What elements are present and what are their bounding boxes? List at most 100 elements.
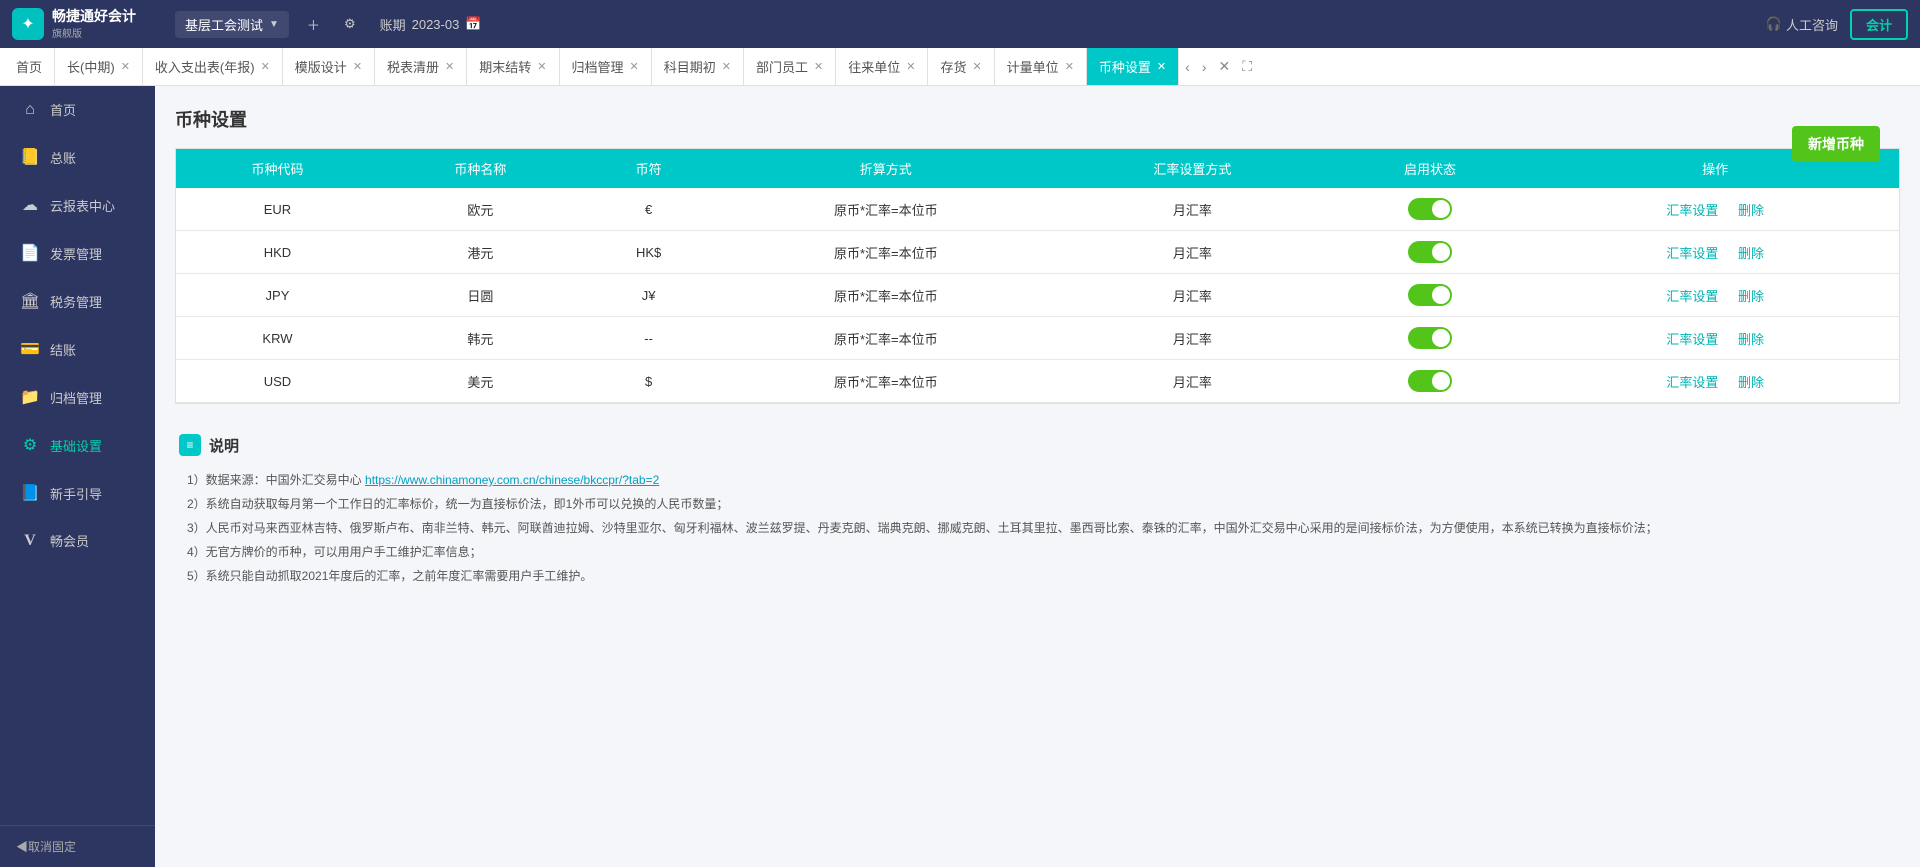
th-rate-method: 汇率设置方式 xyxy=(1056,149,1328,188)
rate-setting-link-3[interactable]: 汇率设置 xyxy=(1666,332,1718,347)
unpin-label: ◀取消固定 xyxy=(16,838,76,855)
logo-sub: 旗舰版 xyxy=(52,25,136,40)
toggle-3[interactable] xyxy=(1408,327,1452,349)
sidebar-item-home[interactable]: ⌂ 首页 xyxy=(0,86,155,133)
sidebar-item-member[interactable]: V 畅会员 xyxy=(0,517,155,564)
tab-income[interactable]: 收入支出表(年报) ✕ xyxy=(143,48,283,86)
tab-subject-label: 科目期初 xyxy=(664,57,716,76)
sidebar-item-ledger[interactable]: 📒 总账 xyxy=(0,133,155,181)
tab-inventory-close[interactable]: ✕ xyxy=(972,60,981,73)
account-button[interactable]: 会计 xyxy=(1850,9,1908,40)
cell-actions-3: 汇率设置 删除 xyxy=(1531,317,1899,360)
tab-contact[interactable]: 往来单位 ✕ xyxy=(836,48,928,86)
cell-actions-0: 汇率设置 删除 xyxy=(1531,188,1899,231)
cell-status-1 xyxy=(1329,231,1532,274)
cell-symbol-4: $ xyxy=(582,360,716,403)
tab-template-label: 模版设计 xyxy=(295,57,347,76)
tab-template[interactable]: 模版设计 ✕ xyxy=(283,48,375,86)
tab-dept-close[interactable]: ✕ xyxy=(814,60,823,73)
tab-inventory-label: 存货 xyxy=(940,57,966,76)
tab-mid[interactable]: 长(中期) ✕ xyxy=(55,48,143,86)
sidebar-item-settle[interactable]: 💳 结账 xyxy=(0,325,155,373)
new-currency-button[interactable]: 新增币种 xyxy=(1792,126,1880,162)
rate-setting-link-0[interactable]: 汇率设置 xyxy=(1666,203,1718,218)
add-btn[interactable]: ＋ xyxy=(299,11,328,38)
tab-subject-close[interactable]: ✕ xyxy=(722,60,731,73)
cell-calc-0: 原币*汇率=本位币 xyxy=(715,188,1056,231)
tab-subject[interactable]: 科目期初 ✕ xyxy=(652,48,744,86)
sidebar-basic-label: 基础设置 xyxy=(50,436,102,455)
tab-period-end-close[interactable]: ✕ xyxy=(537,60,546,73)
tab-home-label: 首页 xyxy=(16,57,42,76)
ledger-icon: 📒 xyxy=(20,147,40,167)
plus-icon: ＋ xyxy=(307,15,320,34)
tab-home[interactable]: 首页 xyxy=(4,48,55,86)
toggle-2[interactable] xyxy=(1408,284,1452,306)
sidebar-item-reports[interactable]: ☁ 云报表中心 xyxy=(0,181,155,229)
note-item-2: 3）人民币对马来西亚林吉特、俄罗斯卢布、南非兰特、韩元、阿联酋迪拉姆、沙特里亚尔… xyxy=(187,516,1896,540)
delete-link-2[interactable]: 删除 xyxy=(1738,289,1764,304)
tab-currency-close[interactable]: ✕ xyxy=(1157,60,1166,73)
sidebar-unpin[interactable]: ◀取消固定 xyxy=(0,825,155,867)
delete-link-0[interactable]: 删除 xyxy=(1738,203,1764,218)
calendar-icon[interactable]: 📅 xyxy=(465,16,481,32)
gear-icon: ⚙ xyxy=(344,16,356,32)
tab-prev-btn[interactable]: ‹ xyxy=(1179,59,1196,75)
sidebar-item-invoice[interactable]: 📄 发票管理 xyxy=(0,229,155,277)
tab-close-all-btn[interactable]: ✕ xyxy=(1212,58,1236,75)
sidebar-item-guide[interactable]: 📘 新手引导 xyxy=(0,469,155,517)
company-selector[interactable]: 基层工会测试 ▼ xyxy=(175,11,289,38)
cell-symbol-2: J¥ xyxy=(582,274,716,317)
tab-inventory[interactable]: 存货 ✕ xyxy=(928,48,994,86)
rate-setting-link-4[interactable]: 汇率设置 xyxy=(1666,375,1718,390)
tab-archive[interactable]: 归档管理 ✕ xyxy=(560,48,652,86)
tab-mid-close[interactable]: ✕ xyxy=(121,60,130,73)
period-info: 账期 2023-03 📅 xyxy=(380,15,482,34)
sidebar: ⌂ 首页 📒 总账 ☁ 云报表中心 📄 发票管理 🏛 税务管理 💳 结账 📁 归… xyxy=(0,86,155,867)
top-header: ✦ 畅捷通好会计 旗舰版 基层工会测试 ▼ ＋ ⚙ 账期 2023-03 📅 🎧… xyxy=(0,0,1920,48)
delete-link-3[interactable]: 删除 xyxy=(1738,332,1764,347)
page-title: 币种设置 xyxy=(175,106,1900,132)
rate-setting-link-1[interactable]: 汇率设置 xyxy=(1666,246,1718,261)
tab-dept[interactable]: 部门员工 ✕ xyxy=(744,48,836,86)
th-code: 币种代码 xyxy=(176,149,379,188)
company-dropdown-icon: ▼ xyxy=(269,19,279,30)
tab-period-end[interactable]: 期末结转 ✕ xyxy=(467,48,559,86)
tab-expand-btn[interactable]: ⛶ xyxy=(1236,58,1258,75)
cell-name-3: 韩元 xyxy=(379,317,582,360)
customer-service[interactable]: 🎧 人工咨询 xyxy=(1766,15,1838,34)
tab-next-btn[interactable]: › xyxy=(1196,59,1213,75)
sidebar-item-basic[interactable]: ⚙ 基础设置 xyxy=(0,421,155,469)
delete-link-1[interactable]: 删除 xyxy=(1738,246,1764,261)
rate-setting-link-2[interactable]: 汇率设置 xyxy=(1666,289,1718,304)
tab-tax-label: 税表清册 xyxy=(387,57,439,76)
tab-archive-close[interactable]: ✕ xyxy=(630,60,639,73)
tab-template-close[interactable]: ✕ xyxy=(353,60,362,73)
toggle-0[interactable] xyxy=(1408,198,1452,220)
note-item-1: 2）系统自动获取每月第一个工作日的汇率标价，统一为直接标价法，即1外币可以兑换的… xyxy=(187,492,1896,516)
logo-text-group: 畅捷通好会计 旗舰版 xyxy=(52,8,136,40)
tab-tax-close[interactable]: ✕ xyxy=(445,60,454,73)
delete-link-4[interactable]: 删除 xyxy=(1738,375,1764,390)
note-link-0[interactable]: https://www.chinamoney.com.cn/chinese/bk… xyxy=(365,473,659,487)
th-symbol: 币符 xyxy=(582,149,716,188)
toggle-1[interactable] xyxy=(1408,241,1452,263)
sidebar-item-archive[interactable]: 📁 归档管理 xyxy=(0,373,155,421)
tab-income-close[interactable]: ✕ xyxy=(261,60,270,73)
cell-calc-4: 原币*汇率=本位币 xyxy=(715,360,1056,403)
tab-income-label: 收入支出表(年报) xyxy=(155,57,255,76)
toggle-4[interactable] xyxy=(1408,370,1452,392)
archive-icon: 📁 xyxy=(20,387,40,407)
tab-unit-close[interactable]: ✕ xyxy=(1065,60,1074,73)
tab-currency[interactable]: 币种设置 ✕ xyxy=(1087,48,1179,86)
tab-dept-label: 部门员工 xyxy=(756,57,808,76)
sidebar-item-tax[interactable]: 🏛 税务管理 xyxy=(0,277,155,325)
settings-btn[interactable]: ⚙ xyxy=(336,12,364,36)
sidebar-archive-label: 归档管理 xyxy=(50,388,102,407)
tab-unit[interactable]: 计量单位 ✕ xyxy=(995,48,1087,86)
cell-code-3: KRW xyxy=(176,317,379,360)
tab-unit-label: 计量单位 xyxy=(1007,57,1059,76)
tab-contact-close[interactable]: ✕ xyxy=(906,60,915,73)
tab-tax[interactable]: 税表清册 ✕ xyxy=(375,48,467,86)
cell-status-4 xyxy=(1329,360,1532,403)
